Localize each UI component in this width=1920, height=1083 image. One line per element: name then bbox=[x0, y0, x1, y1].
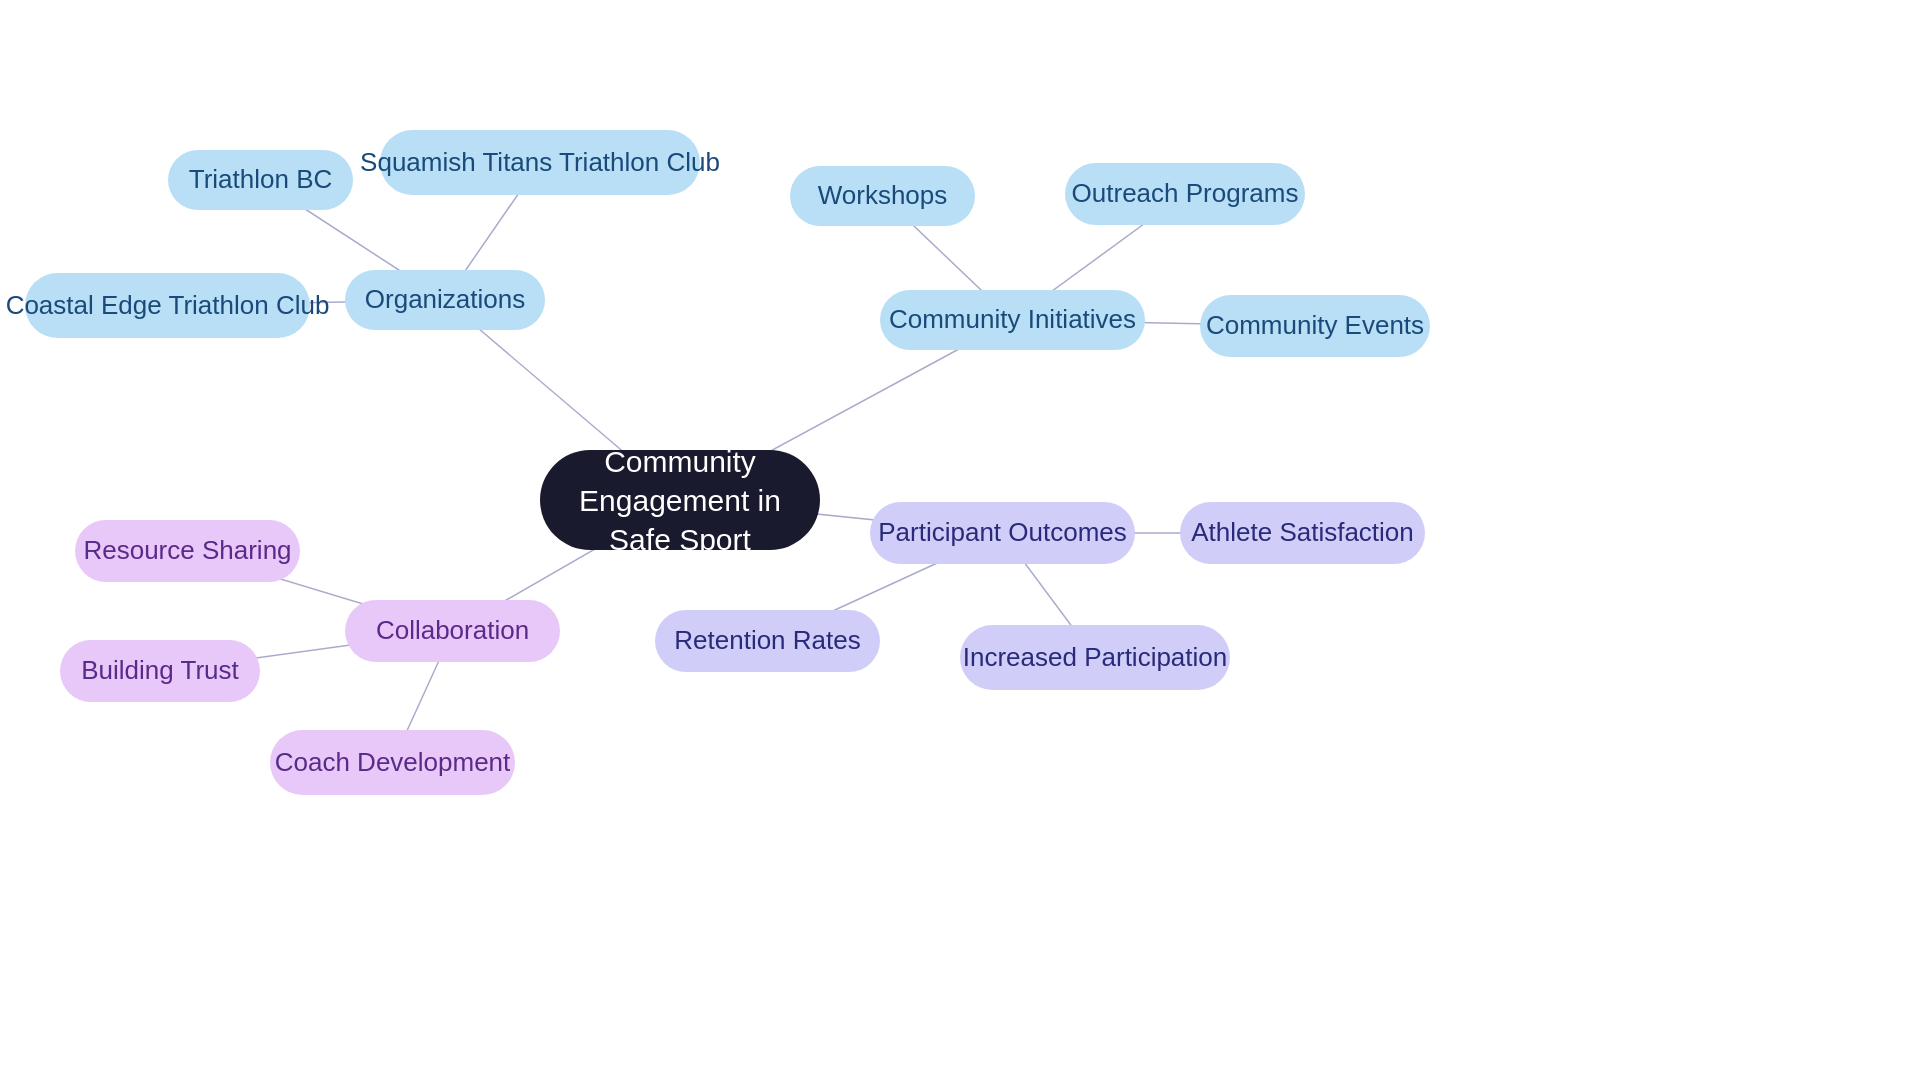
node-community-initiatives[interactable]: Community Initiatives bbox=[880, 290, 1145, 350]
center-node[interactable]: Community Engagement in Safe Sport bbox=[540, 450, 820, 550]
node-participant-outcomes[interactable]: Participant Outcomes bbox=[870, 502, 1135, 564]
node-organizations[interactable]: Organizations bbox=[345, 270, 545, 330]
node-increased-participation[interactable]: Increased Participation bbox=[960, 625, 1230, 690]
node-community-events[interactable]: Community Events bbox=[1200, 295, 1430, 357]
node-outreach[interactable]: Outreach Programs bbox=[1065, 163, 1305, 225]
node-coastal[interactable]: Coastal Edge Triathlon Club bbox=[25, 273, 310, 338]
node-athlete-satisfaction[interactable]: Athlete Satisfaction bbox=[1180, 502, 1425, 564]
node-coach-development[interactable]: Coach Development bbox=[270, 730, 515, 795]
node-retention-rates[interactable]: Retention Rates bbox=[655, 610, 880, 672]
node-resource-sharing[interactable]: Resource Sharing bbox=[75, 520, 300, 582]
node-building-trust[interactable]: Building Trust bbox=[60, 640, 260, 702]
node-collaboration[interactable]: Collaboration bbox=[345, 600, 560, 662]
node-workshops[interactable]: Workshops bbox=[790, 166, 975, 226]
node-triathlon-bc[interactable]: Triathlon BC bbox=[168, 150, 353, 210]
node-squamish[interactable]: Squamish Titans Triathlon Club bbox=[380, 130, 700, 195]
